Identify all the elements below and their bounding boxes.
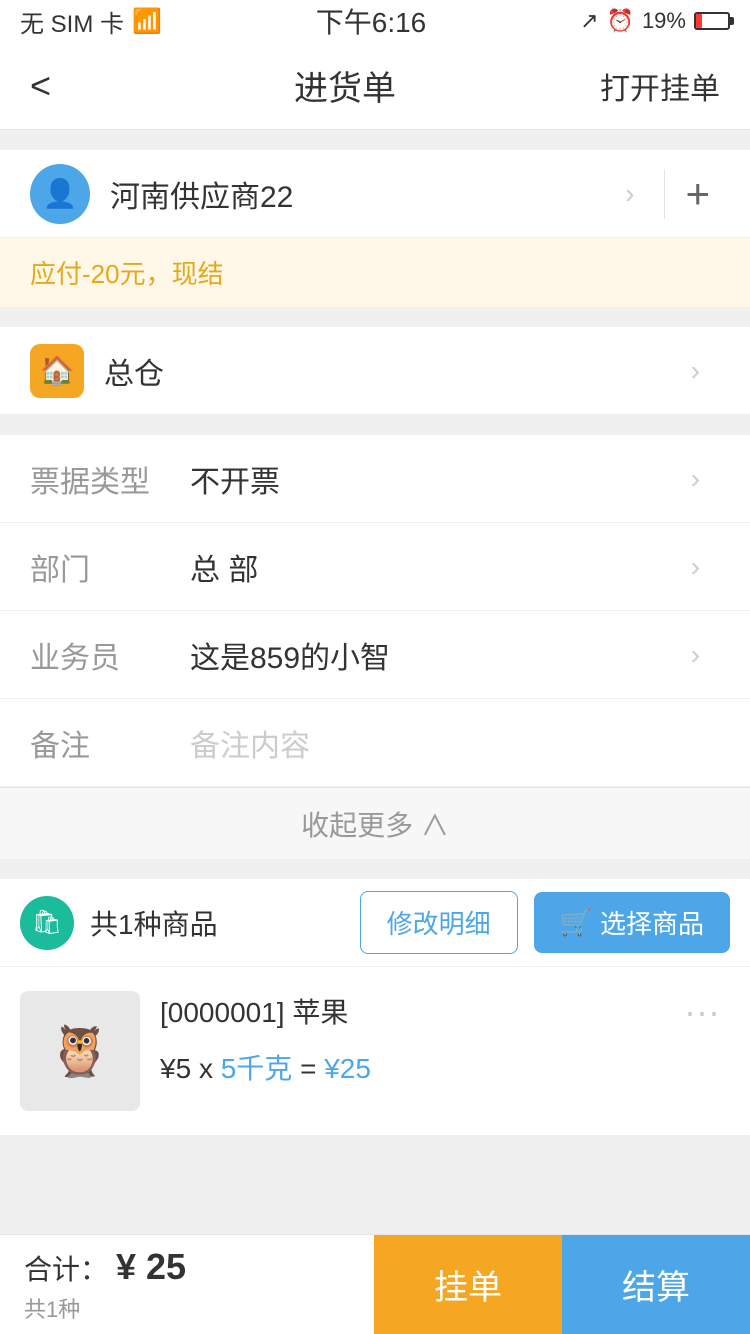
gap-2	[0, 307, 750, 327]
total-label-text: 合计：	[24, 1248, 108, 1288]
collapse-button[interactable]: 收起更多 ∧	[0, 787, 750, 859]
hang-order-button[interactable]: 挂单	[374, 1235, 562, 1334]
supplier-name: 河南供应商22	[110, 172, 625, 216]
product-name: [0000001] 苹果	[160, 991, 674, 1031]
products-count: 共1种商品	[90, 903, 360, 943]
edit-detail-button[interactable]: 修改明细	[360, 891, 518, 954]
total-amount: ¥ 25	[116, 1246, 186, 1288]
alarm-icon: ⏰	[607, 8, 634, 34]
location-icon: ↗	[580, 8, 598, 34]
products-header: 🛍 共1种商品 修改明细 🛒 选择商品	[0, 879, 750, 967]
add-supplier-button[interactable]: +	[675, 170, 720, 218]
total-value: ¥25	[324, 1053, 371, 1084]
products-section: 🛍 共1种商品 修改明细 🛒 选择商品 🦉 [0000001] 苹果 ¥5	[0, 879, 750, 1136]
total-section: 合计： ¥ 25 共1种	[0, 1246, 374, 1324]
status-right: ↗ ⏰ 19%	[580, 8, 730, 34]
product-price: ¥5 x 5千克 = ¥25	[160, 1047, 674, 1087]
qty-value: 5千克	[221, 1053, 293, 1084]
select-product-label: 选择商品	[600, 904, 704, 941]
invoice-type-label: 票据类型	[30, 457, 170, 501]
time-text: 下午6:16	[316, 1, 427, 41]
department-value: 总 部	[170, 545, 691, 589]
checkout-button[interactable]: 结算	[562, 1235, 750, 1334]
battery-percent: 19%	[642, 8, 686, 34]
select-product-button[interactable]: 🛒 选择商品	[534, 892, 730, 953]
wifi-icon: 📶	[132, 7, 162, 36]
department-row[interactable]: 部门 总 部 ›	[0, 523, 750, 611]
price-eq: =	[300, 1053, 324, 1084]
status-bar: 无 SIM 卡 📶 下午6:16 ↗ ⏰ 19%	[0, 0, 750, 42]
warehouse-section: 🏠 总仓 ›	[0, 327, 750, 415]
warehouse-row[interactable]: 🏠 总仓 ›	[0, 327, 750, 415]
price-x: x	[199, 1053, 221, 1084]
gap-3	[0, 415, 750, 435]
products-icon: 🛍	[20, 896, 74, 950]
warehouse-name: 总仓	[104, 349, 691, 393]
bag-icon: 🛍	[32, 908, 62, 937]
supplier-avatar: 👤	[30, 164, 90, 224]
product-info: [0000001] 苹果 ¥5 x 5千克 = ¥25	[160, 991, 674, 1087]
supplier-row[interactable]: 👤 河南供应商22 › +	[0, 150, 750, 238]
form-section: 票据类型 不开票 › 部门 总 部 › 业务员 这是859的小智 › 备注 备注…	[0, 435, 750, 859]
product-code: [0000001]	[160, 997, 285, 1028]
nav-bar: < 进货单 打开挂单	[0, 42, 750, 130]
salesperson-label: 业务员	[30, 633, 170, 677]
avatar-icon: 👤	[43, 177, 78, 210]
warehouse-icon: 🏠	[30, 344, 84, 398]
product-more-button[interactable]: ···	[674, 991, 730, 1033]
remark-label: 备注	[30, 721, 170, 765]
status-left: 无 SIM 卡 📶	[20, 4, 162, 39]
supplier-section: 👤 河南供应商22 › + 应付-20元，现结	[0, 150, 750, 307]
gap-1	[0, 130, 750, 150]
total-sub-text: 共1种	[24, 1292, 350, 1324]
price-value: ¥5	[160, 1053, 191, 1084]
cart-icon: 🛒	[560, 907, 592, 938]
salesperson-value: 这是859的小智	[170, 633, 691, 677]
open-pending-button[interactable]: 打开挂单	[600, 64, 720, 108]
bottom-bar: 合计： ¥ 25 共1种 挂单 结算	[0, 1234, 750, 1334]
supplier-chevron-icon: ›	[625, 178, 634, 210]
carrier-text: 无 SIM 卡	[20, 4, 124, 39]
total-label-row: 合计： ¥ 25	[24, 1246, 350, 1288]
remark-row[interactable]: 备注 备注内容	[0, 699, 750, 787]
invoice-chevron-icon: ›	[691, 463, 700, 495]
department-label: 部门	[30, 545, 170, 589]
supplier-notice: 应付-20元，现结	[0, 238, 750, 307]
remark-placeholder: 备注内容	[170, 721, 720, 765]
invoice-type-row[interactable]: 票据类型 不开票 ›	[0, 435, 750, 523]
back-button[interactable]: <	[30, 65, 90, 107]
salesperson-chevron-icon: ›	[691, 639, 700, 671]
department-chevron-icon: ›	[691, 551, 700, 583]
salesperson-row[interactable]: 业务员 这是859的小智 ›	[0, 611, 750, 699]
product-title: 苹果	[292, 997, 348, 1028]
product-thumbnail: 🦉	[20, 991, 140, 1111]
divider	[664, 169, 665, 219]
page-title: 进货单	[294, 61, 396, 110]
gap-4	[0, 859, 750, 879]
product-owl-icon: 🦉	[49, 1022, 111, 1081]
product-item: 🦉 [0000001] 苹果 ¥5 x 5千克 = ¥25 ···	[0, 967, 750, 1136]
warehouse-chevron-icon: ›	[691, 355, 700, 387]
battery-icon	[694, 12, 730, 30]
invoice-type-value: 不开票	[170, 457, 691, 501]
